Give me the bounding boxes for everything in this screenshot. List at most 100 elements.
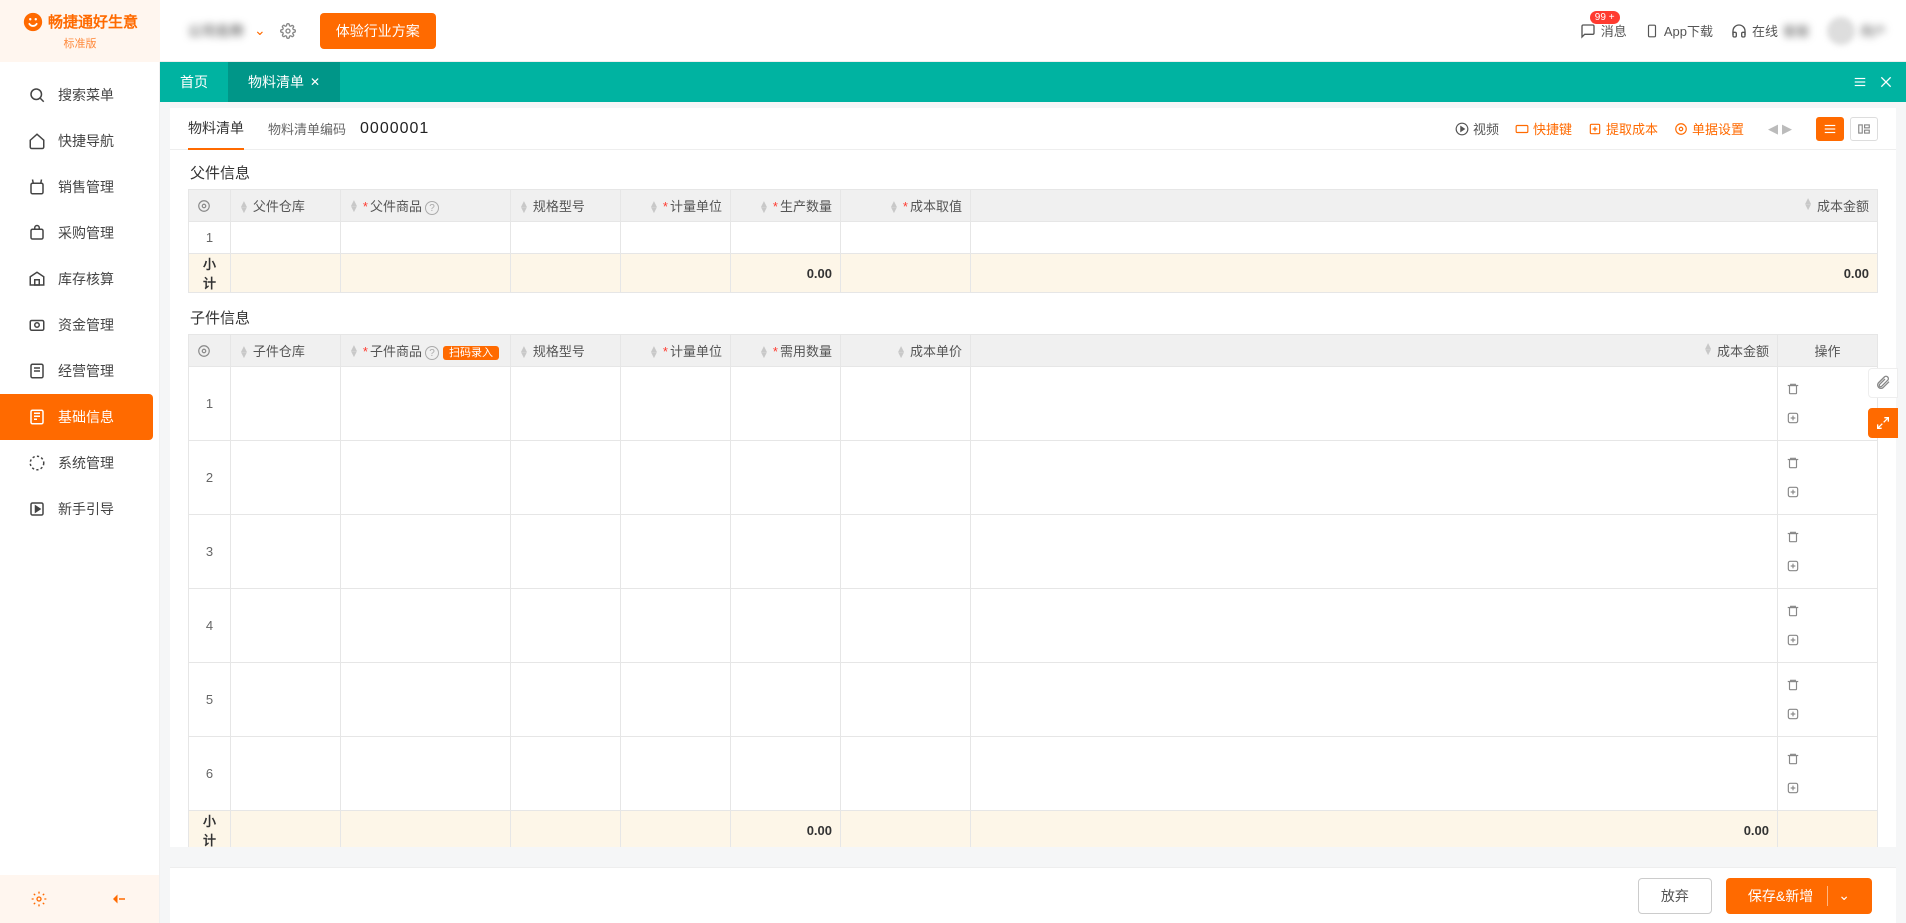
app-header: 畅捷通好生意 标准版 公司名称 ⌄ 体验行业方案 99 + 消息 App下载 xyxy=(0,0,1906,62)
edge-float xyxy=(1868,368,1898,438)
child-table-row[interactable]: 5 xyxy=(189,663,1878,737)
tabstrip-close-all-icon[interactable] xyxy=(1872,68,1900,96)
child-table-row[interactable]: 4 xyxy=(189,589,1878,663)
sidebar-collapse-icon[interactable] xyxy=(110,892,128,906)
add-row-icon[interactable] xyxy=(1786,633,1869,647)
finance-icon xyxy=(28,316,46,334)
company-selector[interactable]: 公司名称 ⌄ xyxy=(188,21,266,41)
child-col-spec[interactable]: ▲▼规格型号 xyxy=(511,335,621,367)
inventory-icon xyxy=(28,270,46,288)
row-index: 3 xyxy=(189,515,231,589)
tab-home[interactable]: 首页 xyxy=(160,62,228,102)
sidebar-item-sales[interactable]: 销售管理 xyxy=(0,164,159,210)
pager-next-icon[interactable]: ▶ xyxy=(1782,121,1792,137)
purchase-icon xyxy=(28,224,46,242)
settings-gear-button[interactable] xyxy=(274,17,302,45)
sidebar-item-operation[interactable]: 经营管理 xyxy=(0,348,159,394)
sidebar-item-purchase[interactable]: 采购管理 xyxy=(0,210,159,256)
child-col-unit-cost[interactable]: ▲▼成本单价 xyxy=(841,335,971,367)
sidebar-item-basic[interactable]: 基础信息 xyxy=(0,394,153,440)
add-row-icon[interactable] xyxy=(1786,485,1869,499)
delete-row-icon[interactable] xyxy=(1786,678,1869,692)
sales-icon xyxy=(28,178,46,196)
sidebar-item-inventory[interactable]: 库存核算 xyxy=(0,256,159,302)
add-row-icon[interactable] xyxy=(1786,781,1869,795)
main: 首页 物料清单 ✕ 物料清单 xyxy=(160,62,1906,923)
logo-text: 畅捷通好生意 xyxy=(48,11,138,32)
help-icon[interactable]: ? xyxy=(425,346,439,360)
parent-col-gear[interactable] xyxy=(189,190,231,222)
save-and-new-button[interactable]: 保存&新增 ⌄ xyxy=(1726,878,1872,914)
extract-icon xyxy=(1588,122,1602,136)
sidebar-item-search[interactable]: 搜索菜单 xyxy=(0,72,159,118)
tab-home-label: 首页 xyxy=(180,72,208,92)
add-row-icon[interactable] xyxy=(1786,411,1869,425)
tabstrip-menu-icon[interactable] xyxy=(1850,72,1870,92)
parent-col-spec[interactable]: ▲▼规格型号 xyxy=(511,190,621,222)
view-list-icon[interactable] xyxy=(1816,117,1844,141)
sidebar-item-quicknav[interactable]: 快捷导航 xyxy=(0,118,159,164)
tab-close-icon[interactable]: ✕ xyxy=(310,75,320,89)
child-col-uom[interactable]: ▲▼*计量单位 xyxy=(621,335,731,367)
parent-col-qty[interactable]: ▲▼*生产数量 xyxy=(731,190,841,222)
attachment-icon[interactable] xyxy=(1868,368,1898,398)
delete-row-icon[interactable] xyxy=(1786,456,1869,470)
row-index: 4 xyxy=(189,589,231,663)
shortcut-link[interactable]: 快捷键 xyxy=(1515,119,1572,138)
sidebar-item-finance[interactable]: 资金管理 xyxy=(0,302,159,348)
parent-col-uom[interactable]: ▲▼*计量单位 xyxy=(621,190,731,222)
online-support-button[interactable]: 在线 客服 xyxy=(1731,21,1809,40)
user-menu[interactable]: 用户 xyxy=(1827,17,1886,45)
sort-icon: ▲▼ xyxy=(519,202,529,214)
online-label: 在线 xyxy=(1752,21,1778,40)
keyboard-icon xyxy=(1515,122,1529,136)
child-table-row[interactable]: 3 xyxy=(189,515,1878,589)
tab-bom[interactable]: 物料清单 ✕ xyxy=(228,62,340,102)
view-detail-icon[interactable] xyxy=(1850,117,1878,141)
delete-row-icon[interactable] xyxy=(1786,604,1869,618)
delete-row-icon[interactable] xyxy=(1786,382,1869,396)
subtab-bom[interactable]: 物料清单 xyxy=(188,108,244,150)
child-col-gear[interactable] xyxy=(189,335,231,367)
help-icon[interactable]: ? xyxy=(425,201,439,215)
extract-cost-link[interactable]: 提取成本 xyxy=(1588,119,1658,138)
child-col-warehouse[interactable]: ▲▼子件仓库 xyxy=(231,335,341,367)
delete-row-icon[interactable] xyxy=(1786,530,1869,544)
search-icon xyxy=(28,86,46,104)
child-table-row[interactable]: 2 xyxy=(189,441,1878,515)
try-industry-solution-button[interactable]: 体验行业方案 xyxy=(320,13,436,49)
video-link[interactable]: 视频 xyxy=(1455,119,1499,138)
parent-col-cost-amount[interactable]: ▲▼成本金额 xyxy=(971,190,1878,222)
gear-icon xyxy=(1674,122,1688,136)
child-table-row[interactable]: 6 xyxy=(189,737,1878,811)
sidebar-item-label: 销售管理 xyxy=(58,177,114,197)
sidebar-item-system[interactable]: 系统管理 xyxy=(0,440,159,486)
child-col-cost-amount[interactable]: ▲▼成本金额 xyxy=(971,335,1778,367)
pager-prev-icon[interactable]: ◀ xyxy=(1768,121,1778,137)
add-row-icon[interactable] xyxy=(1786,559,1869,573)
child-col-need-qty[interactable]: ▲▼*需用数量 xyxy=(731,335,841,367)
sidebar: 搜索菜单快捷导航销售管理采购管理库存核算资金管理经营管理基础信息系统管理新手引导 xyxy=(0,62,160,923)
child-table-row[interactable]: 1 xyxy=(189,367,1878,441)
content-card: 物料清单 物料清单编码 0000001 视频 快 xyxy=(170,108,1896,847)
delete-row-icon[interactable] xyxy=(1786,752,1869,766)
sidebar-settings-icon[interactable] xyxy=(31,891,47,907)
fullscreen-icon[interactable] xyxy=(1868,408,1898,438)
parent-table-row[interactable]: 1 xyxy=(189,222,1878,254)
child-col-product[interactable]: ▲▼*子件商品?扫码录入 xyxy=(341,335,511,367)
sidebar-item-guide[interactable]: 新手引导 xyxy=(0,486,159,532)
parent-col-warehouse[interactable]: ▲▼父件仓库 xyxy=(231,190,341,222)
row-index: 5 xyxy=(189,663,231,737)
child-table: ▲▼子件仓库 ▲▼*子件商品?扫码录入 ▲▼规格型号 ▲▼*计量单位 ▲▼*需用… xyxy=(188,334,1878,847)
scan-input-tag[interactable]: 扫码录入 xyxy=(443,346,499,360)
doc-settings-link[interactable]: 单据设置 xyxy=(1674,119,1744,138)
subtab-label: 物料清单 xyxy=(188,118,244,138)
logo-edition: 标准版 xyxy=(64,35,97,51)
discard-button[interactable]: 放弃 xyxy=(1638,878,1712,914)
add-row-icon[interactable] xyxy=(1786,707,1869,721)
parent-col-product[interactable]: ▲▼*父件商品? xyxy=(341,190,511,222)
row-index: 2 xyxy=(189,441,231,515)
messages-button[interactable]: 99 + 消息 xyxy=(1580,21,1627,40)
app-download-button[interactable]: App下载 xyxy=(1645,21,1713,40)
parent-col-cost-method[interactable]: ▲▼*成本取值 xyxy=(841,190,971,222)
